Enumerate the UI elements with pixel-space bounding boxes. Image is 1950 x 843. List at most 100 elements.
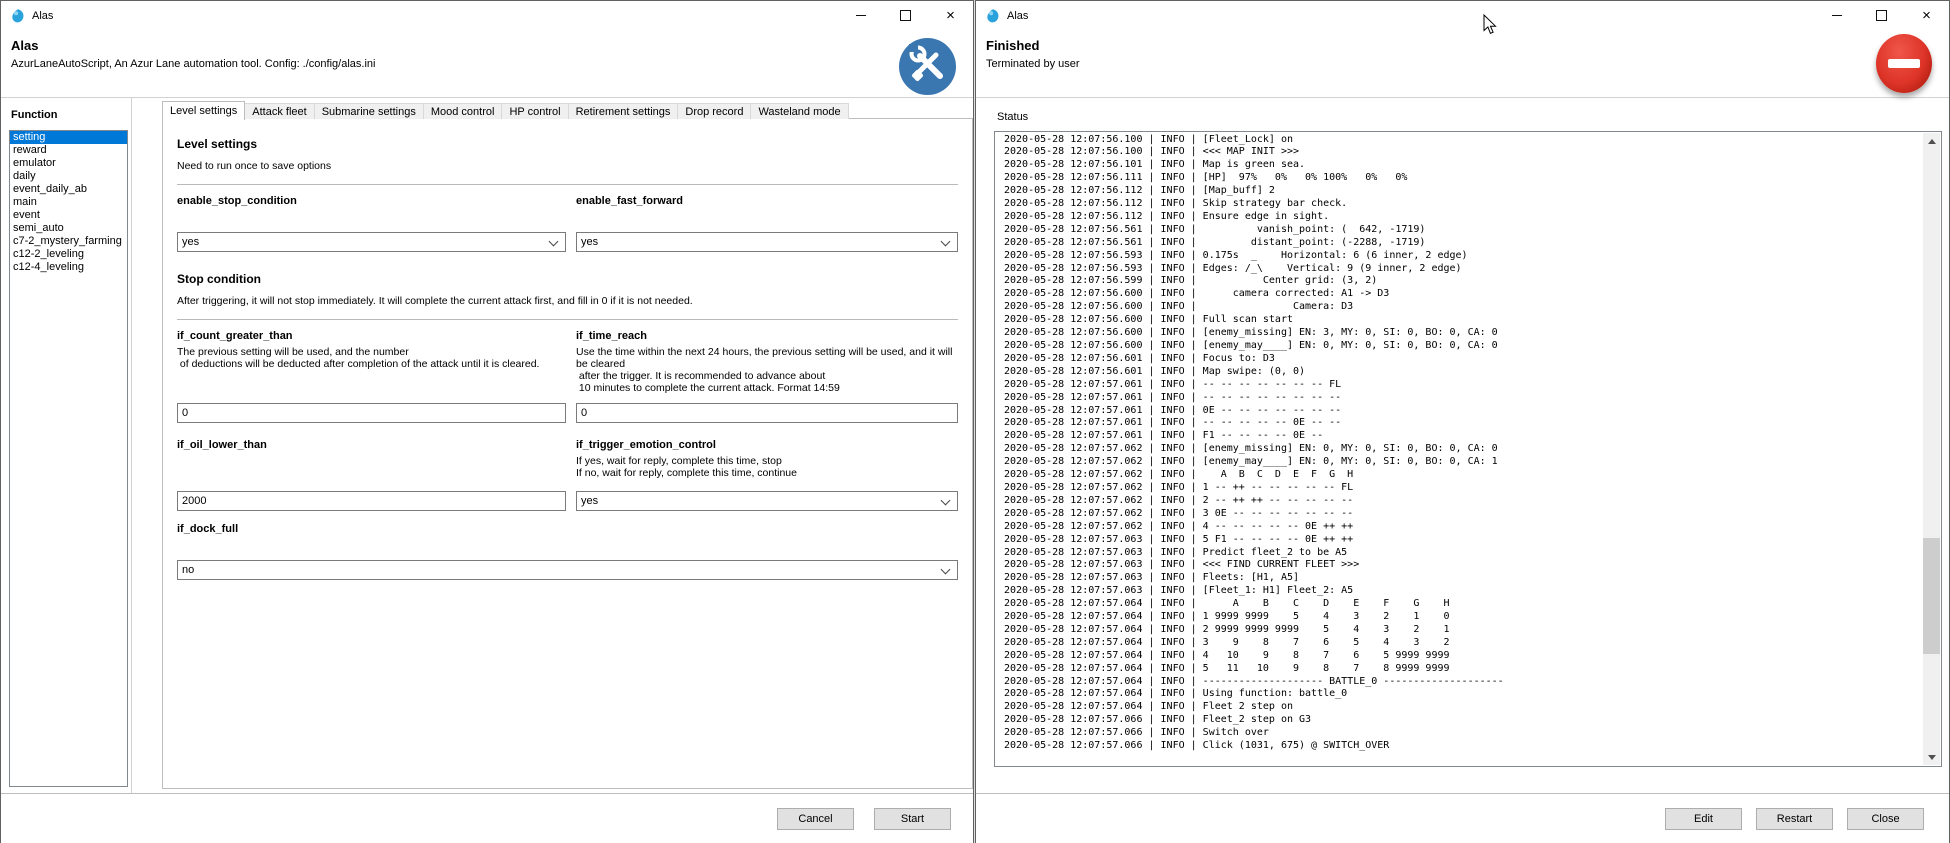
titlebar[interactable]: Alas × xyxy=(1,1,973,30)
log-line: 2020-05-28 12:07:57.064 | INFO | 3 9 8 7… xyxy=(1004,637,1923,650)
log-line: 2020-05-28 12:07:56.600 | INFO | [enemy_… xyxy=(1004,327,1923,340)
chevron-down-icon xyxy=(941,565,951,575)
if-dock-full-select[interactable]: no xyxy=(177,560,958,580)
scroll-up-button[interactable] xyxy=(1923,133,1940,149)
minimize-button[interactable] xyxy=(838,1,883,30)
sidebar-item[interactable]: c12-2_leveling xyxy=(10,248,127,261)
log-line: 2020-05-28 12:07:56.600 | INFO | [enemy_… xyxy=(1004,340,1923,353)
tab[interactable]: Attack fleet xyxy=(244,103,314,119)
field-label: enable_fast_forward xyxy=(576,195,958,207)
sidebar-item[interactable]: event_daily_ab xyxy=(10,183,127,196)
close-button[interactable]: × xyxy=(1904,1,1949,30)
if-time-reach-input[interactable] xyxy=(576,403,958,423)
sidebar-item[interactable]: c12-4_leveling xyxy=(10,261,127,274)
log-box: 2020-05-28 12:07:56.100 | INFO | fleet_l… xyxy=(994,131,1942,767)
sidebar-item[interactable]: daily xyxy=(10,170,127,183)
log-line: 2020-05-28 12:07:57.061 | INFO | -- -- -… xyxy=(1004,417,1923,430)
minimize-button[interactable] xyxy=(1814,1,1859,30)
sidebar-item[interactable]: event xyxy=(10,209,127,222)
edit-button[interactable]: Edit xyxy=(1665,808,1742,830)
tab[interactable]: Mood control xyxy=(423,103,503,119)
run-status-subtitle: Terminated by user xyxy=(986,58,1080,70)
log-line: 2020-05-28 12:07:56.100 | INFO | [Fleet_… xyxy=(1004,134,1923,147)
field-desc: If yes, wait for reply, complete this ti… xyxy=(576,455,958,479)
log-line: 2020-05-28 12:07:56.561 | INFO | vanish_… xyxy=(1004,224,1923,237)
enable-stop-condition-select[interactable]: yes xyxy=(177,232,566,252)
log-line: 2020-05-28 12:07:57.066 | INFO | Click (… xyxy=(1004,740,1923,753)
sidebar-item[interactable]: c7-2_mystery_farming xyxy=(10,235,127,248)
log-line: 2020-05-28 12:07:57.064 | INFO | A B C D… xyxy=(1004,598,1923,611)
app-title: Alas xyxy=(11,38,38,53)
log-line: 2020-05-28 12:07:57.062 | INFO | 4 -- --… xyxy=(1004,521,1923,534)
log-line: 2020-05-28 12:07:57.063 | INFO | Fleets:… xyxy=(1004,572,1923,585)
if-count-greater-than-input[interactable] xyxy=(177,403,566,423)
cancel-button[interactable]: Cancel xyxy=(777,808,854,830)
chevron-down-icon xyxy=(941,496,951,506)
sidebar-item[interactable]: reward xyxy=(10,144,127,157)
stop-badge-icon xyxy=(1876,34,1932,93)
field-if-trigger-emotion-control: if_trigger_emotion_control If yes, wait … xyxy=(576,439,958,511)
level-settings-panel: Level settings Need to run once to save … xyxy=(162,118,973,789)
log-scrollbar[interactable] xyxy=(1923,133,1940,765)
close-run-button[interactable]: Close xyxy=(1847,808,1924,830)
field-if-dock-full: if_dock_full no xyxy=(177,523,958,580)
log-line: 2020-05-28 12:07:57.063 | INFO | 5 F1 --… xyxy=(1004,534,1923,547)
status-label: Status xyxy=(997,111,1028,123)
sidebar-item[interactable]: emulator xyxy=(10,157,127,170)
field-label: if_trigger_emotion_control xyxy=(576,439,958,451)
log-line: 2020-05-28 12:07:56.601 | INFO | Focus t… xyxy=(1004,353,1923,366)
if-oil-lower-than-input[interactable] xyxy=(177,491,566,511)
divider xyxy=(177,319,958,320)
alas-config-window: Alas × Alas AzurLaneAutoScript, An Azur … xyxy=(0,0,974,843)
log-line: 2020-05-28 12:07:57.066 | INFO | Fleet_2… xyxy=(1004,714,1923,727)
tools-badge-icon xyxy=(899,38,956,95)
select-value: yes xyxy=(581,495,598,507)
maximize-button[interactable] xyxy=(883,1,928,30)
settings-tabbar: Level settingsAttack fleetSubmarine sett… xyxy=(162,101,849,120)
field-desc: The previous setting will be used, and t… xyxy=(177,346,566,370)
desktop: Alas × Alas AzurLaneAutoScript, An Azur … xyxy=(0,0,1950,843)
app-subtitle: AzurLaneAutoScript, An Azur Lane automat… xyxy=(11,58,375,70)
chevron-down-icon xyxy=(941,237,951,247)
titlebar[interactable]: Alas × xyxy=(976,1,1949,30)
alas-logo-icon xyxy=(10,8,26,24)
sidebar-item[interactable]: setting xyxy=(10,131,127,144)
restart-button[interactable]: Restart xyxy=(1756,808,1833,830)
scroll-down-button[interactable] xyxy=(1923,749,1940,765)
stop-bar xyxy=(1888,59,1920,68)
log-line: 2020-05-28 12:07:57.063 | INFO | Predict… xyxy=(1004,547,1923,560)
divider xyxy=(177,184,958,185)
start-button[interactable]: Start xyxy=(874,808,951,830)
window-controls: × xyxy=(1814,1,1949,30)
if-trigger-emotion-control-select[interactable]: yes xyxy=(576,491,958,511)
tab[interactable]: Retirement settings xyxy=(568,103,679,119)
tab[interactable]: Drop record xyxy=(677,103,751,119)
maximize-button[interactable] xyxy=(1859,1,1904,30)
log-line: 2020-05-28 12:07:57.064 | INFO | 2 9999 … xyxy=(1004,624,1923,637)
function-label: Function xyxy=(11,109,57,121)
alas-logo-icon xyxy=(985,8,1001,24)
log-line: 2020-05-28 12:07:56.600 | INFO | camera … xyxy=(1004,288,1923,301)
tab[interactable]: Level settings xyxy=(162,101,245,120)
log-line: 2020-05-28 12:07:57.066 | INFO | Switch … xyxy=(1004,727,1923,740)
tab[interactable]: Submarine settings xyxy=(314,103,424,119)
sidebar-item[interactable]: main xyxy=(10,196,127,209)
tab[interactable]: Wasteland mode xyxy=(750,103,848,119)
log-line: 2020-05-28 12:07:57.064 | INFO | Fleet 2… xyxy=(1004,701,1923,714)
log-line: 2020-05-28 12:07:56.600 | INFO | Camera:… xyxy=(1004,301,1923,314)
minimize-icon xyxy=(1832,15,1842,16)
function-sidebar: Function settingrewardemulatordailyevent… xyxy=(1,97,132,793)
app-header: Alas AzurLaneAutoScript, An Azur Lane au… xyxy=(1,30,973,98)
close-button[interactable]: × xyxy=(928,1,973,30)
log-output[interactable]: 2020-05-28 12:07:56.100 | INFO | fleet_l… xyxy=(996,133,1923,765)
sidebar-item[interactable]: semi_auto xyxy=(10,222,127,235)
section-desc: Need to run once to save options xyxy=(177,160,958,172)
tab[interactable]: HP control xyxy=(501,103,568,119)
enable-fast-forward-select[interactable]: yes xyxy=(576,232,958,252)
field-if-time-reach: if_time_reach Use the time within the ne… xyxy=(576,330,958,423)
function-listbox[interactable]: settingrewardemulatordailyevent_daily_ab… xyxy=(9,130,128,787)
scrollbar-thumb[interactable] xyxy=(1923,538,1940,654)
log-line: 2020-05-28 12:07:56.112 | INFO | [Map_bu… xyxy=(1004,185,1923,198)
minimize-icon xyxy=(856,15,866,16)
select-value: yes xyxy=(581,236,598,248)
